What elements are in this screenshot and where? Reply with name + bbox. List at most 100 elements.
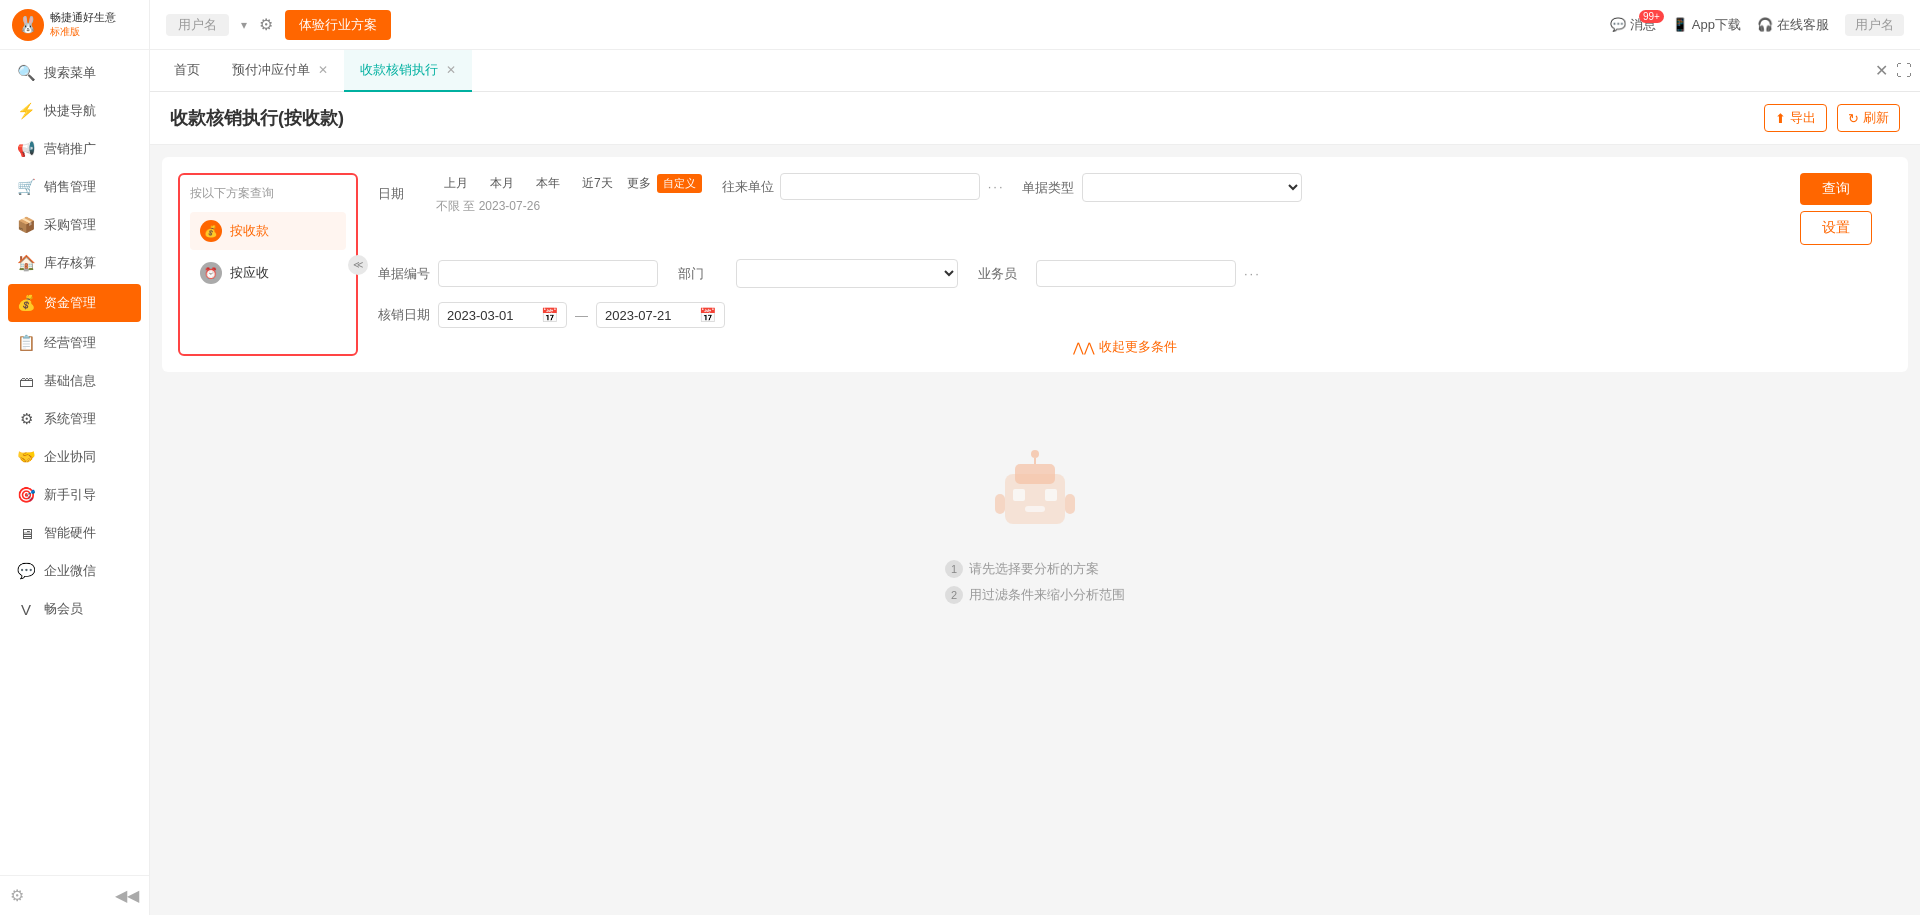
sidebar-icon-11: 🎯 [16,486,36,504]
staff-label: 业务员 [978,265,1028,283]
date-btn-this-year[interactable]: 本年 [528,173,568,194]
tab-home[interactable]: 首页 [158,50,216,92]
collapse-more-button[interactable]: ⋀⋀ 收起更多条件 [1073,338,1177,356]
sidebar-label-3: 销售管理 [44,178,96,196]
sidebar-label-13: 企业微信 [44,562,96,580]
tabbar: 首页 预付冲应付单 ✕ 收款核销执行 ✕ ✕ ⛶ [150,50,1920,92]
svg-rect-3 [1045,489,1057,501]
sidebar-icon-1: ⚡ [16,102,36,120]
doctype-select[interactable] [1082,173,1302,202]
sidebar-item-12[interactable]: 🖥智能硬件 [0,514,149,552]
topbar-gear-icon[interactable]: ⚙ [259,15,273,34]
topbar-app-download[interactable]: 📱 App下载 [1672,16,1741,34]
dept-select[interactable] [736,259,958,288]
sidebar-label-4: 采购管理 [44,216,96,234]
empty-tips: 1请先选择要分析的方案2用过滤条件来缩小分析范围 [945,560,1125,612]
verify-date-range: 📅 — 📅 [438,302,725,328]
refresh-button[interactable]: ↻ 刷新 [1837,104,1900,132]
sidebar-icon-5: 🏠 [16,254,36,272]
date-range-dash: — [575,308,588,323]
verify-date-start-input[interactable] [447,308,537,323]
sidebar-item-13[interactable]: 💬企业微信 [0,552,149,590]
sidebar-item-9[interactable]: ⚙系统管理 [0,400,149,438]
settings-button[interactable]: 设置 [1800,211,1872,245]
sidebar-item-7[interactable]: 📋经营管理 [0,324,149,362]
tab-receivable[interactable]: 收款核销执行 ✕ [344,50,472,92]
tip-num-0: 1 [945,560,963,578]
tabbar-actions: ✕ ⛶ [1875,61,1920,80]
empty-tip-1: 2用过滤条件来缩小分析范围 [945,586,1125,604]
filter-option-by-receipt[interactable]: 💰 按收款 [190,212,346,250]
collapse-sidebar-icon[interactable]: ◀◀ [115,886,139,905]
svg-rect-1 [1015,464,1055,484]
doctype-label: 单据类型 [1022,179,1074,197]
sidebar-logo: 🐰 畅捷通好生意 标准版 [0,0,149,50]
settings-icon[interactable]: ⚙ [10,886,24,905]
sidebar-item-0[interactable]: 🔍搜索菜单 [0,54,149,92]
staff-ellipsis-icon[interactable]: ··· [1244,266,1261,281]
tabbar-close-all-icon[interactable]: ✕ [1875,61,1888,80]
filter-option-by-receivable[interactable]: ⏰ 按应收 [190,254,346,292]
page-title: 收款核销执行(按收款) [170,106,344,130]
date-btn-last-month[interactable]: 上月 [436,173,476,194]
solution-button[interactable]: 体验行业方案 [285,10,391,40]
topbar-user[interactable]: 用户名 [1845,14,1904,36]
app-icon: 📱 [1672,17,1688,32]
tip-text-1: 用过滤条件来缩小分析范围 [969,586,1125,604]
tab-receivable-close-icon[interactable]: ✕ [446,63,456,77]
tab-prepay[interactable]: 预付冲应付单 ✕ [216,50,344,92]
topbar-online-service[interactable]: 🎧 在线客服 [1757,16,1829,34]
sidebar-label-5: 库存核算 [44,254,96,272]
filter-panel-title: 按以下方案查询 [190,185,346,202]
tabbar-expand-icon[interactable]: ⛶ [1896,62,1912,80]
sidebar-label-0: 搜索菜单 [44,64,96,82]
filter-date-field: 日期 上月 本月 本年 近7天 更多 自定义 不限 至 20 [378,173,702,215]
verify-date-end-calendar-icon[interactable]: 📅 [699,307,716,323]
partner-input[interactable] [780,173,980,200]
main: 用户名 ▾ ⚙ 体验行业方案 💬 消息 99+ 📱 App下载 🎧 在线客服 用… [150,0,1920,915]
topbar-left: 用户名 ▾ ⚙ 体验行业方案 [166,10,391,40]
topbar-message[interactable]: 💬 消息 99+ [1610,16,1656,34]
date-btn-more[interactable]: 更多 [627,175,651,192]
page-content: 收款核销执行(按收款) ⬆ 导出 ↻ 刷新 按以下方案查询 💰 按收款 [150,92,1920,915]
svg-point-7 [1031,450,1039,458]
logo-sub: 标准版 [50,25,116,39]
date-btn-7days[interactable]: 近7天 [574,173,621,194]
message-badge: 99+ [1639,10,1664,23]
collapse-more-row: ⋀⋀ 收起更多条件 [378,338,1872,356]
svg-rect-6 [1065,494,1075,514]
filter-left-panel: 按以下方案查询 💰 按收款 ⏰ 按应收 ≪ [178,173,358,356]
sidebar-item-2[interactable]: 📢营销推广 [0,130,149,168]
verify-date-start-calendar-icon[interactable]: 📅 [541,307,558,323]
docnum-input[interactable] [438,260,658,287]
sidebar-item-6[interactable]: 💰资金管理 [8,284,141,322]
sidebar-bottom: ⚙ ◀◀ [0,875,149,915]
sidebar-item-5[interactable]: 🏠 库存核算 [0,244,149,282]
export-button[interactable]: ⬆ 导出 [1764,104,1827,132]
date-custom-badge[interactable]: 自定义 [657,174,702,193]
query-button[interactable]: 查询 [1800,173,1872,205]
sidebar-item-1[interactable]: ⚡快捷导航 [0,92,149,130]
sidebar-item-14[interactable]: V畅会员 [0,590,149,628]
sidebar-item-8[interactable]: 🗃基础信息 [0,362,149,400]
sidebar-item-4[interactable]: 📦采购管理 [0,206,149,244]
partner-ellipsis-icon[interactable]: ··· [988,179,1005,194]
sidebar-item-10[interactable]: 🤝企业协同 [0,438,149,476]
topbar-right: 💬 消息 99+ 📱 App下载 🎧 在线客服 用户名 [1610,14,1904,36]
service-icon: 🎧 [1757,17,1773,32]
sidebar-label-11: 新手引导 [44,486,96,504]
topbar-chevron-icon[interactable]: ▾ [241,18,247,32]
sidebar-icon-3: 🛒 [16,178,36,196]
filter-dept-field: 部门 [678,259,958,288]
sidebar-item-11[interactable]: 🎯 新手引导 [0,476,149,514]
sidebar-item-3[interactable]: 🛒 销售管理 [0,168,149,206]
empty-state: 1请先选择要分析的方案2用过滤条件来缩小分析范围 [150,384,1920,672]
date-btn-this-month[interactable]: 本月 [482,173,522,194]
sidebar-label-2: 营销推广 [44,140,96,158]
filter-area: 按以下方案查询 💰 按收款 ⏰ 按应收 ≪ 日期 [162,157,1908,372]
verify-date-end-box: 📅 [596,302,725,328]
staff-input[interactable] [1036,260,1236,287]
verify-date-end-input[interactable] [605,308,695,323]
panel-collapse-button[interactable]: ≪ [348,255,368,275]
tab-prepay-close-icon[interactable]: ✕ [318,63,328,77]
